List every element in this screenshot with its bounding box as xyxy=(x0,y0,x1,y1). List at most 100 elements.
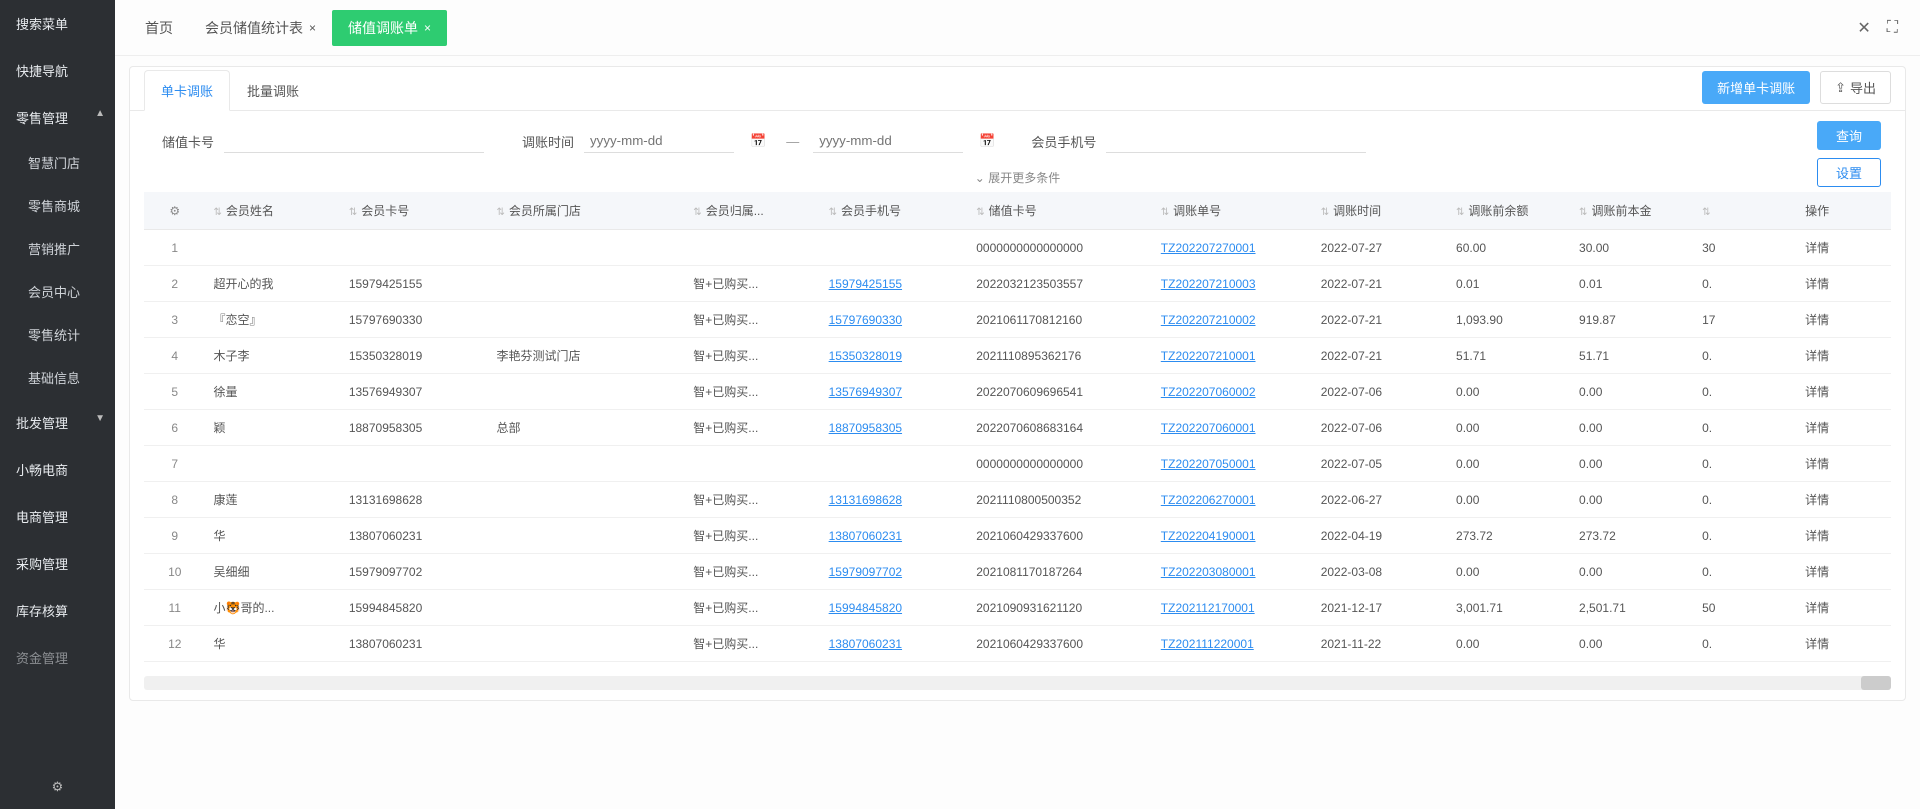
close-icon[interactable]: × xyxy=(309,21,316,35)
col-balance[interactable]: 调账前余额 xyxy=(1448,192,1571,230)
detail-link[interactable]: 详情 xyxy=(1743,554,1891,590)
sidebar-sub-4[interactable]: 零售统计 xyxy=(0,313,115,356)
col-order[interactable]: 调账单号 xyxy=(1153,192,1313,230)
detail-link[interactable]: 详情 xyxy=(1743,410,1891,446)
filter-phone-input[interactable] xyxy=(1106,129,1366,153)
expand-filters[interactable]: ⌄ 展开更多条件 xyxy=(975,171,1060,185)
inner-tab-batch[interactable]: 批量调账 xyxy=(230,70,316,110)
col-belong[interactable]: 会员归属... xyxy=(685,192,820,230)
col-card[interactable]: 会员卡号 xyxy=(341,192,489,230)
cell-order[interactable]: TZ202207060001 xyxy=(1153,410,1313,446)
cell-extra: 0. xyxy=(1694,626,1743,662)
cell-order[interactable]: TZ202206270001 xyxy=(1153,482,1313,518)
detail-link[interactable]: 详情 xyxy=(1743,338,1891,374)
cell-time: 2022-07-06 xyxy=(1313,374,1448,410)
cell-phone[interactable]: 15979097702 xyxy=(821,554,969,590)
cell-store xyxy=(488,590,685,626)
cell-order[interactable]: TZ202207050001 xyxy=(1153,446,1313,482)
cell-order[interactable]: TZ202112170001 xyxy=(1153,590,1313,626)
detail-link[interactable]: 详情 xyxy=(1743,266,1891,302)
cell-balance: 0.00 xyxy=(1448,446,1571,482)
col-store[interactable]: 会员所属门店 xyxy=(488,192,685,230)
sidebar-inventory[interactable]: 库存核算 xyxy=(0,587,115,634)
close-all-icon[interactable]: ✕ xyxy=(1849,14,1878,42)
cell-phone[interactable]: 15350328019 xyxy=(821,338,969,374)
export-icon: ⇪ xyxy=(1835,80,1846,96)
cell-phone[interactable]: 13807060231 xyxy=(821,626,969,662)
sidebar-sub-2[interactable]: 营销推广 xyxy=(0,227,115,270)
export-button[interactable]: ⇪ 导出 xyxy=(1820,71,1891,104)
table-row: 5徐量13576949307智+已购买...135769493072022070… xyxy=(144,374,1891,410)
close-icon[interactable]: × xyxy=(424,21,431,35)
cell-order[interactable]: TZ202204190001 xyxy=(1153,518,1313,554)
sidebar-purchase[interactable]: 采购管理 xyxy=(0,540,115,587)
detail-link[interactable]: 详情 xyxy=(1743,230,1891,266)
sidebar-ecom2[interactable]: 电商管理 xyxy=(0,493,115,540)
col-phone[interactable]: 会员手机号 xyxy=(821,192,969,230)
sidebar-retail[interactable]: 零售管理 xyxy=(0,94,115,141)
cell-order[interactable]: TZ202207060002 xyxy=(1153,374,1313,410)
fullscreen-icon[interactable]: ⛶ xyxy=(1879,15,1906,41)
row-index: 3 xyxy=(144,302,206,338)
cell-order[interactable]: TZ202207210001 xyxy=(1153,338,1313,374)
tab-home[interactable]: 首页 xyxy=(129,10,189,46)
cell-phone[interactable]: 13807060231 xyxy=(821,518,969,554)
sidebar-ecom1[interactable]: 小畅电商 xyxy=(0,446,115,493)
cell-order[interactable]: TZ202207210003 xyxy=(1153,266,1313,302)
table-gear-icon[interactable]: ⚙ xyxy=(169,204,180,218)
horizontal-scrollbar[interactable] xyxy=(144,676,1891,690)
cell-phone[interactable]: 13576949307 xyxy=(821,374,969,410)
cell-card: 15979097702 xyxy=(341,554,489,590)
settings-button[interactable]: 设置 xyxy=(1817,158,1881,187)
query-button[interactable]: 查询 xyxy=(1817,121,1881,150)
filter-date-to[interactable] xyxy=(813,129,963,153)
cell-store xyxy=(488,446,685,482)
cell-belong: 智+已购买... xyxy=(685,266,820,302)
cell-phone[interactable]: 18870958305 xyxy=(821,410,969,446)
tab-stats[interactable]: 会员储值统计表 × xyxy=(189,10,332,46)
cell-phone[interactable]: 15979425155 xyxy=(821,266,969,302)
sidebar-sub-3[interactable]: 会员中心 xyxy=(0,270,115,313)
cell-phone[interactable]: 15797690330 xyxy=(821,302,969,338)
sidebar-sub-5[interactable]: 基础信息 xyxy=(0,356,115,399)
cell-principal: 0.00 xyxy=(1571,626,1694,662)
detail-link[interactable]: 详情 xyxy=(1743,626,1891,662)
col-name[interactable]: 会员姓名 xyxy=(206,192,341,230)
detail-link[interactable]: 详情 xyxy=(1743,446,1891,482)
cell-store xyxy=(488,374,685,410)
col-principal[interactable]: 调账前本金 xyxy=(1571,192,1694,230)
calendar-icon[interactable]: 📅 xyxy=(973,133,1001,149)
cell-name: 吴细细 xyxy=(206,554,341,590)
tab-adjust[interactable]: 储值调账单 × xyxy=(332,10,447,46)
cell-stored: 0000000000000000 xyxy=(968,230,1153,266)
new-adjust-button[interactable]: 新增单卡调账 xyxy=(1702,71,1810,104)
col-stored[interactable]: 储值卡号 xyxy=(968,192,1153,230)
cell-order[interactable]: TZ202207270001 xyxy=(1153,230,1313,266)
calendar-icon[interactable]: 📅 xyxy=(744,133,772,149)
tab-adjust-label: 储值调账单 xyxy=(348,18,418,38)
sidebar-sub-1[interactable]: 零售商城 xyxy=(0,184,115,227)
cell-phone[interactable]: 13131698628 xyxy=(821,482,969,518)
cell-card: 13576949307 xyxy=(341,374,489,410)
detail-link[interactable]: 详情 xyxy=(1743,518,1891,554)
gear-icon[interactable]: ⚙ xyxy=(0,765,115,809)
cell-order[interactable]: TZ202203080001 xyxy=(1153,554,1313,590)
col-extra[interactable] xyxy=(1694,192,1743,230)
detail-link[interactable]: 详情 xyxy=(1743,482,1891,518)
sidebar-search[interactable]: 搜索菜单 xyxy=(0,0,115,47)
detail-link[interactable]: 详情 xyxy=(1743,590,1891,626)
sidebar-wholesale[interactable]: 批发管理 xyxy=(0,399,115,446)
cell-name: 木子李 xyxy=(206,338,341,374)
sidebar-quicknav[interactable]: 快捷导航 xyxy=(0,47,115,94)
filter-card-input[interactable] xyxy=(224,129,484,153)
detail-link[interactable]: 详情 xyxy=(1743,374,1891,410)
col-time[interactable]: 调账时间 xyxy=(1313,192,1448,230)
inner-tab-single[interactable]: 单卡调账 xyxy=(144,70,230,111)
sidebar-sub-0[interactable]: 智慧门店 xyxy=(0,141,115,184)
sidebar-partial[interactable]: 资金管理 xyxy=(0,634,115,681)
filter-date-from[interactable] xyxy=(584,129,734,153)
cell-order[interactable]: TZ202207210002 xyxy=(1153,302,1313,338)
cell-phone[interactable]: 15994845820 xyxy=(821,590,969,626)
cell-order[interactable]: TZ202111220001 xyxy=(1153,626,1313,662)
detail-link[interactable]: 详情 xyxy=(1743,302,1891,338)
